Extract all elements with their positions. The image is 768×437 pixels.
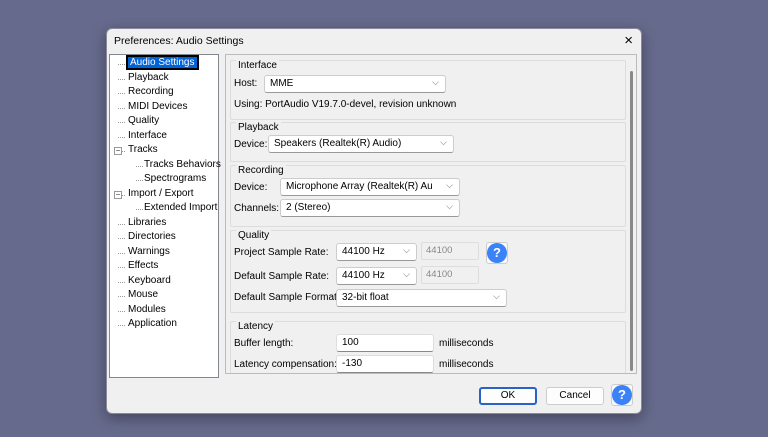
settings-panel: Interface Host: MME ⌵ Using: PortAudio V1… [225, 54, 637, 374]
quality-help-button[interactable]: ? [486, 242, 508, 264]
tree-connector [118, 310, 125, 312]
help-icon: ? [487, 243, 507, 263]
default-rate-value: 44100 Hz [342, 270, 385, 281]
playback-heading: Playback [236, 122, 281, 133]
buffer-unit: milliseconds [439, 338, 494, 349]
project-rate-select[interactable]: 44100 Hz ⌵ [336, 243, 417, 261]
sample-format-label: Default Sample Format: [234, 292, 340, 303]
tree-item-tracks[interactable]: Tracks [128, 144, 158, 155]
chevron-down-icon: ⌵ [440, 137, 447, 147]
tree-connector [118, 93, 125, 94]
playback-device-label: Device: [234, 139, 268, 150]
tree-connector [118, 136, 125, 138]
tree-connector [118, 325, 125, 326]
close-icon[interactable]: × [624, 32, 633, 49]
recording-device-select[interactable]: Microphone Array (Realtek(R) Au ⌵ [280, 178, 460, 196]
tree-item-application[interactable]: Application [128, 318, 177, 329]
tree-connector [118, 267, 125, 268]
project-rate-value: 44100 Hz [342, 246, 385, 257]
latency-comp-unit: milliseconds [439, 359, 494, 370]
tree-item-extended-import[interactable]: Extended Import [144, 202, 217, 213]
buffer-length-label: Buffer length: [234, 338, 294, 349]
latency-heading: Latency [236, 321, 276, 332]
default-rate-custom: 44100 [421, 266, 479, 284]
tree-connector [118, 107, 125, 109]
recording-device-value: Microphone Array (Realtek(R) Au [286, 181, 433, 192]
tree-item-libraries[interactable]: Libraries [128, 217, 166, 228]
tree-item-mouse[interactable]: Mouse [128, 289, 158, 300]
chevron-down-icon: ⌵ [432, 77, 439, 87]
portaudio-info: Using: PortAudio V19.7.0-devel, revision… [234, 99, 457, 110]
tree-connector [118, 296, 125, 297]
host-label: Host: [234, 78, 258, 89]
tree-item-interface[interactable]: Interface [128, 130, 167, 141]
collapse-icon[interactable]: − [114, 190, 122, 199]
panel-scrollbar[interactable] [630, 71, 633, 371]
chevron-down-icon: ⌵ [493, 291, 500, 301]
tree-item-keyboard[interactable]: Keyboard [128, 275, 171, 286]
project-rate-label: Project Sample Rate: [234, 247, 329, 258]
host-value: MME [270, 78, 294, 89]
tree-item-audio-settings[interactable]: Audio Settings [126, 55, 199, 70]
recording-heading: Recording [236, 165, 286, 176]
tree-connector [118, 238, 125, 239]
preferences-dialog: Preferences: Audio Settings × Audio Sett… [106, 28, 642, 414]
tree-item-midi-devices[interactable]: MIDI Devices [128, 101, 187, 112]
tree-connector [118, 223, 125, 225]
latency-group: Latency Buffer length: 100 milliseconds … [230, 321, 626, 373]
tree-item-effects[interactable]: Effects [128, 260, 158, 271]
dialog-title: Preferences: Audio Settings [114, 35, 244, 47]
chevron-down-icon: ⌵ [403, 269, 410, 279]
ok-button[interactable]: OK [479, 387, 537, 405]
preferences-tree: Audio Settings Playback Recording MIDI Devi… [109, 54, 221, 378]
tree-item-warnings[interactable]: Warnings [128, 246, 170, 257]
tree-item-playback[interactable]: Playback [128, 72, 169, 83]
latency-comp-label: Latency compensation: [234, 359, 337, 370]
chevron-down-icon: ⌵ [446, 201, 453, 211]
tree-item-import-export[interactable]: Import / Export [128, 188, 194, 199]
tree-connector [136, 180, 143, 181]
quality-group: Quality Project Sample Rate: 44100 Hz ⌵ 4… [230, 230, 626, 313]
collapse-icon[interactable]: − [114, 147, 122, 155]
tree-item-recording[interactable]: Recording [128, 86, 174, 97]
tree-item-modules[interactable]: Modules [128, 304, 166, 315]
chevron-down-icon: ⌵ [446, 180, 453, 190]
recording-group: Recording Device: Microphone Array (Real… [230, 165, 626, 227]
project-rate-custom: 44100 [421, 242, 479, 260]
tree-connector [136, 209, 143, 210]
default-rate-label: Default Sample Rate: [234, 271, 330, 282]
latency-comp-input[interactable]: -130 [336, 355, 434, 373]
help-icon: ? [612, 385, 632, 405]
channels-label: Channels: [234, 203, 280, 214]
chevron-down-icon: ⌵ [403, 245, 410, 255]
tree-connector [118, 122, 125, 123]
recording-device-label: Device: [234, 182, 268, 193]
quality-heading: Quality [236, 230, 272, 241]
tree-connector [118, 64, 125, 65]
tree-connector [136, 165, 143, 167]
tree-item-quality[interactable]: Quality [128, 115, 159, 126]
tree-connector [118, 281, 125, 283]
playback-device-select[interactable]: Speakers (Realtek(R) Audio) ⌵ [268, 135, 454, 153]
playback-device-value: Speakers (Realtek(R) Audio) [274, 138, 402, 149]
playback-group: Playback Device: Speakers (Realtek(R) Au… [230, 122, 626, 162]
default-rate-select[interactable]: 44100 Hz ⌵ [336, 267, 417, 285]
host-select[interactable]: MME ⌵ [264, 75, 446, 93]
interface-group: Interface Host: MME ⌵ Using: PortAudio V1… [230, 60, 626, 120]
channels-select[interactable]: 2 (Stereo) ⌵ [280, 199, 460, 217]
dialog-help-button[interactable]: ? [611, 384, 633, 406]
tree-item-directories[interactable]: Directories [128, 231, 176, 242]
buffer-length-input[interactable]: 100 [336, 334, 434, 352]
interface-heading: Interface [236, 60, 279, 71]
sample-format-select[interactable]: 32-bit float ⌵ [336, 289, 507, 307]
tree-connector [118, 252, 125, 254]
channels-value: 2 (Stereo) [286, 202, 331, 213]
sample-format-value: 32-bit float [342, 292, 389, 303]
cancel-button[interactable]: Cancel [546, 387, 604, 405]
tree-connector [118, 78, 125, 80]
tree-item-spectrograms[interactable]: Spectrograms [144, 173, 206, 184]
tree-item-tracks-behaviors[interactable]: Tracks Behaviors [144, 159, 221, 170]
